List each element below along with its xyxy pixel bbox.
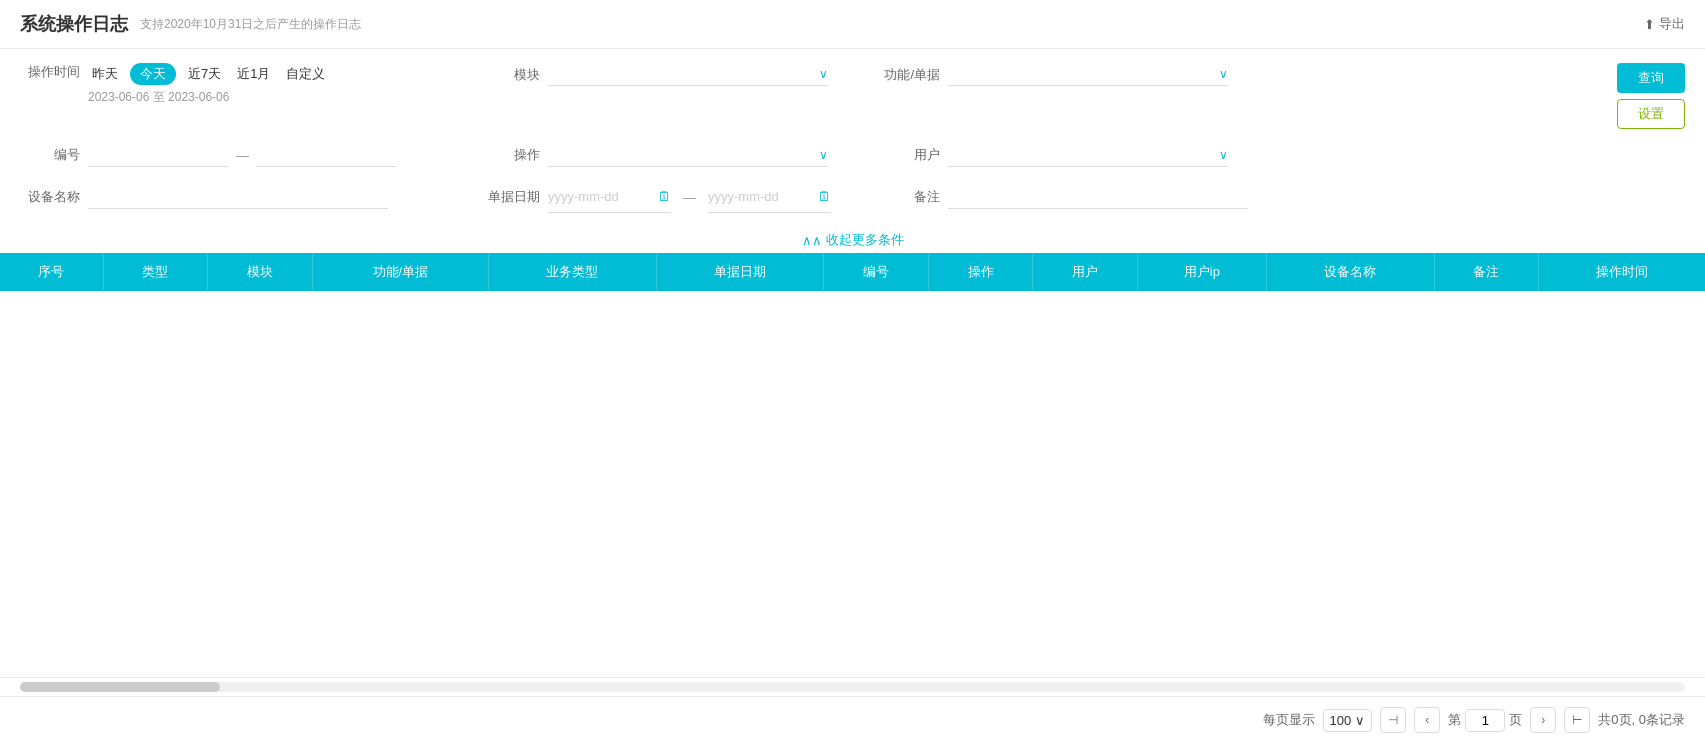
voucher-date-start-input[interactable] xyxy=(548,185,658,208)
function-dropdown-icon: ∨ xyxy=(1219,67,1228,81)
time-btn-yesterday[interactable]: 昨天 xyxy=(88,63,122,85)
page-container: 系统操作日志 支持2020年10月31日之后产生的操作日志 ⬆ 导出 操作时间 … xyxy=(0,0,1705,743)
table-header-row: 序号 类型 模块 功能/单据 业务类型 单据日期 编号 操作 用户 用户ip 设… xyxy=(0,253,1705,291)
col-number: 序号 xyxy=(0,253,103,291)
user-select[interactable]: ∨ xyxy=(948,144,1228,167)
pagination-bar: 每页显示 100 ∨ ⊣ ‹ 第 页 › ⊢ 共0页, 0条记录 xyxy=(0,696,1705,743)
col-remark: 备注 xyxy=(1434,253,1538,291)
filter-section: 操作时间 昨天 今天 近7天 近1月 自定义 2023-06-06 至 2023… xyxy=(0,49,1705,253)
col-function: 功能/单据 xyxy=(312,253,488,291)
number-end-input[interactable] xyxy=(257,143,397,167)
last-page-button[interactable]: ⊢ xyxy=(1564,707,1590,733)
function-select[interactable]: ∨ xyxy=(948,63,1228,86)
next-page-button[interactable]: › xyxy=(1530,707,1556,733)
time-btn-7days[interactable]: 近7天 xyxy=(184,63,225,85)
time-btn-custom[interactable]: 自定义 xyxy=(282,63,329,85)
col-user-ip: 用户ip xyxy=(1137,253,1266,291)
collapse-button[interactable]: ∧∧ 收起更多条件 xyxy=(802,231,904,249)
voucher-date-end-input[interactable] xyxy=(708,185,818,208)
col-operation: 操作 xyxy=(928,253,1032,291)
col-device: 设备名称 xyxy=(1266,253,1434,291)
per-page-select[interactable]: 100 ∨ xyxy=(1323,709,1373,732)
settings-button[interactable]: 设置 xyxy=(1617,99,1685,129)
device-input[interactable] xyxy=(88,185,388,209)
page-input-group: 第 页 xyxy=(1448,709,1522,732)
header-actions: ⬆ 导出 xyxy=(1644,15,1685,33)
table-header: 序号 类型 模块 功能/单据 业务类型 单据日期 编号 操作 用户 用户ip 设… xyxy=(0,253,1705,291)
col-op-time: 操作时间 xyxy=(1538,253,1705,291)
table-container: 序号 类型 模块 功能/单据 业务类型 单据日期 编号 操作 用户 用户ip 设… xyxy=(0,253,1705,677)
time-range: 2023-06-06 至 2023-06-06 xyxy=(88,89,329,106)
module-label: 模块 xyxy=(480,66,540,84)
per-page-label: 每页显示 xyxy=(1263,711,1315,729)
time-label: 操作时间 xyxy=(20,63,80,81)
calendar-end-icon[interactable]: 🗓 xyxy=(818,189,831,204)
col-code: 编号 xyxy=(824,253,928,291)
page-header: 系统操作日志 支持2020年10月31日之后产生的操作日志 ⬆ 导出 xyxy=(0,0,1705,49)
col-user: 用户 xyxy=(1033,253,1137,291)
collapse-label: 收起更多条件 xyxy=(826,231,904,249)
first-page-button[interactable]: ⊣ xyxy=(1380,707,1406,733)
col-type: 类型 xyxy=(103,253,207,291)
collapse-row: ∧∧ 收起更多条件 xyxy=(20,223,1685,253)
col-biz-type: 业务类型 xyxy=(489,253,657,291)
export-button[interactable]: ⬆ 导出 xyxy=(1644,15,1685,33)
voucher-date-label: 单据日期 xyxy=(480,188,540,206)
function-label: 功能/单据 xyxy=(880,66,940,84)
per-page-value: 100 xyxy=(1330,713,1352,728)
module-select[interactable]: ∨ xyxy=(548,63,828,86)
time-buttons: 昨天 今天 近7天 近1月 自定义 xyxy=(88,63,329,85)
scrollbar-area xyxy=(0,677,1705,696)
collapse-icon: ∧∧ xyxy=(802,233,822,248)
empty-area xyxy=(0,291,1705,641)
time-btn-today[interactable]: 今天 xyxy=(130,63,176,85)
page-title: 系统操作日志 xyxy=(20,12,128,36)
prev-page-button[interactable]: ‹ xyxy=(1414,707,1440,733)
page-total: 共0页, 0条记录 xyxy=(1598,711,1685,729)
number-start-input[interactable] xyxy=(88,143,228,167)
data-table: 序号 类型 模块 功能/单据 业务类型 单据日期 编号 操作 用户 用户ip 设… xyxy=(0,253,1705,291)
page-suffix: 页 xyxy=(1509,711,1522,729)
export-label: 导出 xyxy=(1659,15,1685,33)
col-module: 模块 xyxy=(208,253,312,291)
operation-dropdown-icon: ∨ xyxy=(819,148,828,162)
user-dropdown-icon: ∨ xyxy=(1219,148,1228,162)
page-number-input[interactable] xyxy=(1465,709,1505,732)
number-label: 编号 xyxy=(20,146,80,164)
calendar-start-icon[interactable]: 🗓 xyxy=(658,189,671,204)
per-page-dropdown-icon: ∨ xyxy=(1355,713,1365,728)
remark-input[interactable] xyxy=(948,185,1248,209)
scrollbar-track xyxy=(20,682,1685,692)
scrollbar-thumb[interactable] xyxy=(20,682,220,692)
remark-label: 备注 xyxy=(880,188,940,206)
user-label: 用户 xyxy=(880,146,940,164)
module-dropdown-icon: ∨ xyxy=(819,67,828,81)
page-subtitle: 支持2020年10月31日之后产生的操作日志 xyxy=(140,16,361,33)
page-label: 第 xyxy=(1448,711,1461,729)
voucher-date-dash: — xyxy=(683,190,696,205)
number-dash: — xyxy=(236,148,249,163)
operation-label: 操作 xyxy=(480,146,540,164)
time-btn-1month[interactable]: 近1月 xyxy=(233,63,274,85)
device-label: 设备名称 xyxy=(20,188,80,206)
query-button[interactable]: 查询 xyxy=(1617,63,1685,93)
time-filter-group: 昨天 今天 近7天 近1月 自定义 2023-06-06 至 2023-06-0… xyxy=(88,63,329,106)
filter-main: 操作时间 昨天 今天 近7天 近1月 自定义 2023-06-06 至 2023… xyxy=(20,49,1685,253)
col-voucher-date: 单据日期 xyxy=(656,253,824,291)
operation-select[interactable]: ∨ xyxy=(548,144,828,167)
export-icon: ⬆ xyxy=(1644,17,1655,32)
